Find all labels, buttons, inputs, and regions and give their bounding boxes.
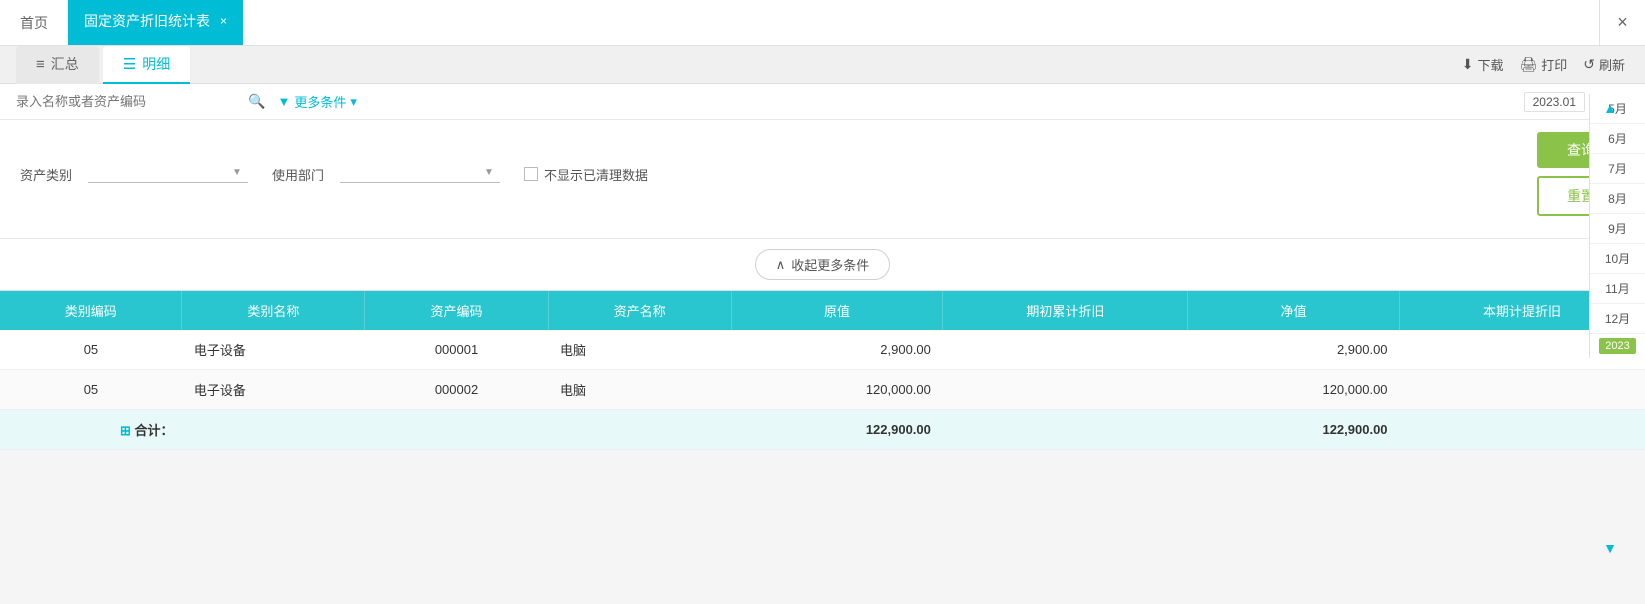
tab-summary-label: 汇总 <box>51 54 79 74</box>
department-arrow-icon: ▼ <box>484 167 494 178</box>
date-scroll-down-icon[interactable]: ▼ <box>1603 540 1617 556</box>
filter-icon: ▼ <box>277 94 290 109</box>
download-icon: ⬇ <box>1462 56 1474 73</box>
col-accum-dep: 期初累计折旧 <box>943 291 1188 330</box>
download-button[interactable]: ⬇ 下载 <box>1462 55 1504 74</box>
table-header: 类别编码 类别名称 资产编码 资产名称 原值 期初累计折旧 净值 本期计提折旧 <box>0 291 1645 330</box>
table-body: 05 电子设备 000001 电脑 2,900.00 2,900.00 05 电… <box>0 330 1645 450</box>
total-net-value: 122,900.00 <box>1188 410 1400 450</box>
nav-tab-active[interactable]: 固定资产折旧统计表 × <box>68 0 243 45</box>
chevron-down-icon: ▾ <box>350 94 357 110</box>
department-input[interactable] <box>340 165 480 180</box>
cell-accum-dep <box>943 370 1188 410</box>
date-month-5[interactable]: 5月 <box>1590 94 1645 124</box>
date-month-10[interactable]: 10月 <box>1590 244 1645 274</box>
asset-category-input[interactable] <box>88 165 228 180</box>
collapse-up-icon: ∧ <box>776 257 786 273</box>
collapse-bar: ∧ 收起更多条件 <box>0 239 1645 291</box>
cell-asset-code: 000002 <box>365 370 548 410</box>
refresh-label: 刷新 <box>1599 55 1625 74</box>
total-period-dep <box>1400 410 1645 450</box>
summary-icon: ≡ <box>36 56 45 73</box>
subtab-toolbar-row: ≡ 汇总 ☰ 明细 ⬇ 下载 🖨 打印 ↺ 刷新 <box>0 46 1645 84</box>
date-month-9[interactable]: 9月 <box>1590 214 1645 244</box>
cell-original: 2,900.00 <box>731 330 943 370</box>
table-row: 05 电子设备 000002 电脑 120,000.00 120,000.00 <box>0 370 1645 410</box>
nav-tab-label: 固定资产折旧统计表 <box>84 11 210 31</box>
search-icon[interactable]: 🔍 <box>248 93 265 110</box>
date-month-7[interactable]: 7月 <box>1590 154 1645 184</box>
cell-original: 120,000.00 <box>731 370 943 410</box>
cell-period-dep <box>1400 370 1645 410</box>
detail-icon: ☰ <box>123 55 136 73</box>
total-original: 122,900.00 <box>731 410 943 450</box>
more-filter-button[interactable]: ▼ 更多条件 ▾ <box>277 92 356 111</box>
main-table: 类别编码 类别名称 资产编码 资产名称 原值 期初累计折旧 净值 本期计提折旧 … <box>0 291 1645 450</box>
tab-detail-label: 明细 <box>142 54 170 74</box>
cell-cat-code: 05 <box>0 330 182 370</box>
table-row: 05 电子设备 000001 电脑 2,900.00 2,900.00 <box>0 330 1645 370</box>
filter-area: 资产类别 ▼ 使用部门 ▼ 不显示已清理数据 查询 重置 <box>0 120 1645 239</box>
cell-accum-dep <box>943 330 1188 370</box>
hide-cleared-checkbox[interactable] <box>524 167 538 181</box>
date-month-8[interactable]: 8月 <box>1590 184 1645 214</box>
col-cat-code: 类别编码 <box>0 291 182 330</box>
col-net-value: 净值 <box>1188 291 1400 330</box>
cell-asset-name: 电脑 <box>548 330 731 370</box>
hide-cleared-field: 不显示已清理数据 <box>524 165 648 184</box>
nav-home[interactable]: 首页 <box>0 0 68 45</box>
print-button[interactable]: 🖨 打印 <box>1519 55 1567 74</box>
col-asset-name: 资产名称 <box>548 291 731 330</box>
table-total-row: ⊞ 合计： 122,900.00 122,900.00 <box>0 410 1645 450</box>
filter-row: 资产类别 ▼ 使用部门 ▼ 不显示已清理数据 查询 重置 <box>20 132 1625 216</box>
date-sidebar: 5月 6月 7月 8月 9月 10月 11月 12月 2023 <box>1589 94 1645 358</box>
collapse-more-button[interactable]: ∧ 收起更多条件 <box>755 249 891 280</box>
total-icon: ⊞ <box>120 423 131 438</box>
asset-category-label: 资产类别 <box>20 165 80 184</box>
nav-tab-close-icon[interactable]: × <box>220 14 227 28</box>
subtabs-container: ≡ 汇总 ☰ 明细 <box>0 46 1462 83</box>
department-label: 使用部门 <box>272 165 332 184</box>
asset-category-field: 资产类别 ▼ <box>20 165 248 184</box>
refresh-button[interactable]: ↺ 刷新 <box>1583 55 1625 74</box>
print-label: 打印 <box>1541 55 1567 74</box>
hide-cleared-label: 不显示已清理数据 <box>544 165 648 184</box>
collapse-label: 收起更多条件 <box>791 255 869 274</box>
nav-close-all-button[interactable]: × <box>1599 0 1645 45</box>
search-input[interactable] <box>16 94 236 109</box>
more-filter-label: 更多条件 <box>294 92 346 111</box>
cell-asset-code: 000001 <box>365 330 548 370</box>
date-year-badge[interactable]: 2023 <box>1599 338 1635 354</box>
department-select[interactable]: ▼ <box>340 165 500 183</box>
cell-cat-code: 05 <box>0 370 182 410</box>
tab-detail[interactable]: ☰ 明细 <box>103 46 190 84</box>
date-month-6[interactable]: 6月 <box>1590 124 1645 154</box>
department-field: 使用部门 ▼ <box>272 165 500 184</box>
total-label: ⊞ 合计： <box>0 410 731 450</box>
asset-category-arrow-icon: ▼ <box>232 167 242 178</box>
cell-cat-name: 电子设备 <box>182 370 365 410</box>
col-original: 原值 <box>731 291 943 330</box>
cell-net-value: 2,900.00 <box>1188 330 1400 370</box>
download-label: 下载 <box>1477 55 1503 74</box>
refresh-icon: ↺ <box>1583 56 1595 73</box>
date-month-11[interactable]: 11月 <box>1590 274 1645 304</box>
cell-net-value: 120,000.00 <box>1188 370 1400 410</box>
toolbar-right: ⬇ 下载 🖨 打印 ↺ 刷新 <box>1462 46 1645 83</box>
col-cat-name: 类别名称 <box>182 291 365 330</box>
date-range-label: 2023.01 <box>1524 92 1585 112</box>
col-asset-code: 资产编码 <box>365 291 548 330</box>
date-month-12[interactable]: 12月 <box>1590 304 1645 334</box>
search-bar: 🔍 ▼ 更多条件 ▾ 2023.01 › <box>0 84 1645 120</box>
print-icon: 🖨 <box>1519 56 1537 73</box>
asset-category-select[interactable]: ▼ <box>88 165 248 183</box>
table-wrapper: 类别编码 类别名称 资产编码 资产名称 原值 期初累计折旧 净值 本期计提折旧 … <box>0 291 1645 450</box>
tab-summary[interactable]: ≡ 汇总 <box>16 46 99 84</box>
top-nav: 首页 固定资产折旧统计表 × × <box>0 0 1645 46</box>
cell-asset-name: 电脑 <box>548 370 731 410</box>
total-accum-dep <box>943 410 1188 450</box>
cell-cat-name: 电子设备 <box>182 330 365 370</box>
date-scroll-up-icon[interactable]: ▲ <box>1603 100 1617 116</box>
